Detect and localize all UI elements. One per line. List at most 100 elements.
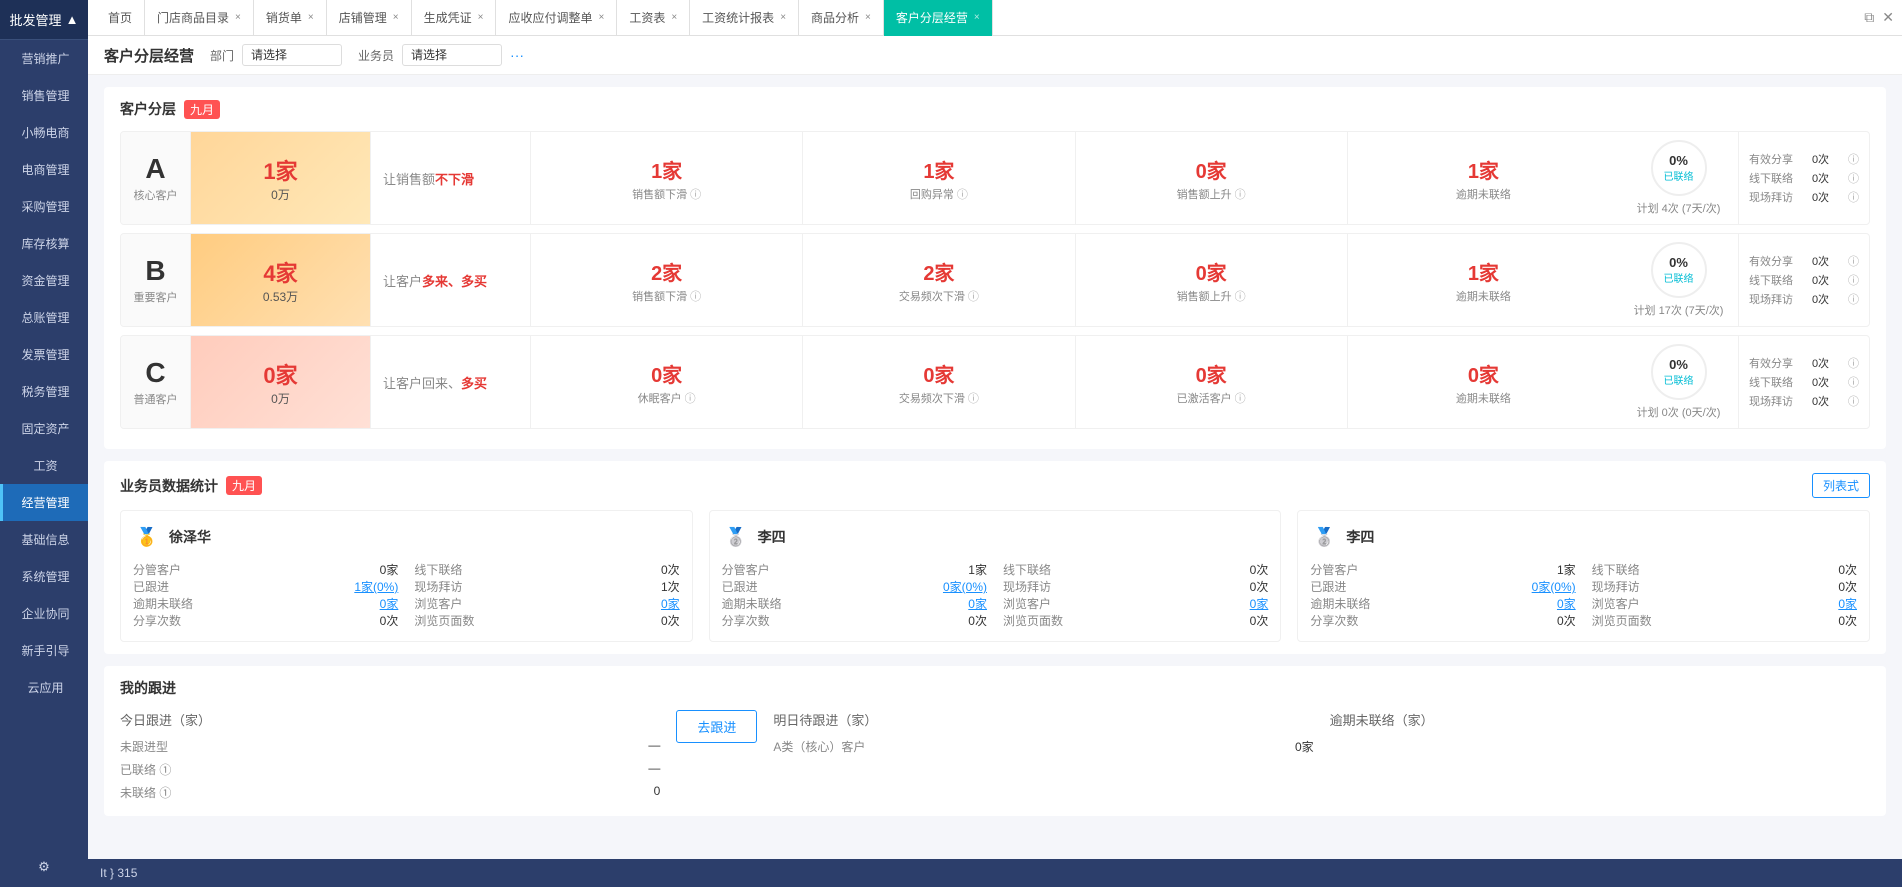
tab-home[interactable]: 首页 xyxy=(96,0,145,36)
staff-stat-val-right-2-2[interactable]: 0家 xyxy=(1838,595,1857,612)
tier-slogan-text-A: 让销售额不下滑 xyxy=(383,169,474,188)
tier-right-info-icon[interactable]: ⓘ xyxy=(1848,170,1859,186)
tier-stat-C-2[interactable]: 0家 已激活客户ⓘ xyxy=(1076,336,1348,428)
staff-stat-val-left-2-1[interactable]: 0家(0%) xyxy=(1532,578,1576,595)
sidebar-item-dianshang[interactable]: 电商管理 xyxy=(0,151,88,188)
sidebar-item-qiye[interactable]: 企业协同 xyxy=(0,595,88,632)
goto-followup-button[interactable]: 去跟进 xyxy=(676,710,757,743)
sidebar-item-zhangzhang[interactable]: 总账管理 xyxy=(0,299,88,336)
tab-store_goods[interactable]: 门店商品目录× xyxy=(145,0,254,36)
tier-right-info-icon[interactable]: ⓘ xyxy=(1848,374,1859,390)
staff-stat-val-right-0-2[interactable]: 0家 xyxy=(661,595,680,612)
tier-right-info-icon[interactable]: ⓘ xyxy=(1848,189,1859,205)
tier-right-info-icon[interactable]: ⓘ xyxy=(1848,272,1859,288)
stat-info-icon[interactable]: ⓘ xyxy=(690,186,701,202)
sidebar-item-xiaodian[interactable]: 小畅电商 xyxy=(0,114,88,151)
tab-store_mgmt[interactable]: 店铺管理× xyxy=(327,0,412,36)
stat-info-icon[interactable]: ⓘ xyxy=(690,288,701,304)
settings-button[interactable]: ⚙ xyxy=(0,847,88,887)
staff-stats-left-0: 分管客户 0家 已跟进 1家(0%) 逾期未联络 0家 分享次数 0次 xyxy=(133,561,398,629)
tier-stat-C-0[interactable]: 0家 休眠客户ⓘ xyxy=(531,336,803,428)
tab-close-receivable[interactable]: × xyxy=(598,12,604,23)
tab-salary_stats[interactable]: 工资统计报表× xyxy=(690,0,799,36)
tier-right-info-icon[interactable]: ⓘ xyxy=(1848,291,1859,307)
tier-right-info-icon[interactable]: ⓘ xyxy=(1848,253,1859,269)
dept-select[interactable]: 请选择 xyxy=(242,44,342,66)
tier-stat-C-3[interactable]: 0家 逾期未联络 xyxy=(1348,336,1619,428)
stat-info-icon[interactable]: ⓘ xyxy=(1235,288,1246,304)
tier-main-B[interactable]: 4家 0.53万 xyxy=(191,234,371,326)
tier-stat-A-2[interactable]: 0家 销售额上升ⓘ xyxy=(1076,132,1348,224)
staff-stat-label-left-1-0: 分管客户 xyxy=(722,561,770,578)
staff-select[interactable]: 请选择 xyxy=(402,44,502,66)
tier-right-info-icon[interactable]: ⓘ xyxy=(1848,151,1859,167)
sidebar-item-xitong[interactable]: 系统管理 xyxy=(0,558,88,595)
tab-close-store_goods[interactable]: × xyxy=(235,12,241,23)
stat-info-icon[interactable]: ⓘ xyxy=(957,186,968,202)
staff-stat-label-right-0-2: 浏览客户 xyxy=(414,595,462,612)
stat-info-icon[interactable]: ⓘ xyxy=(685,390,696,406)
tier-stat-B-2[interactable]: 0家 销售额上升ⓘ xyxy=(1076,234,1348,326)
sidebar-item-jichu[interactable]: 基础信息 xyxy=(0,521,88,558)
tab-close-salary_stats[interactable]: × xyxy=(780,12,786,23)
tomorrow-col-title: 明日待跟进（家） xyxy=(773,710,1313,729)
sidebar-item-kucun[interactable]: 库存核算 xyxy=(0,225,88,262)
sidebar-item-yingxiao[interactable]: 营销推广 xyxy=(0,40,88,77)
tab-close-voucher[interactable]: × xyxy=(478,12,484,23)
staff-stat-val-left-2-2[interactable]: 0家 xyxy=(1557,595,1576,612)
tier-right-label-B-1: 线下联络 xyxy=(1749,272,1793,288)
more-options-icon[interactable]: ··· xyxy=(510,47,524,63)
staff-stat-val-left-1-1[interactable]: 0家(0%) xyxy=(943,578,987,595)
stat-info-icon[interactable]: ⓘ xyxy=(968,390,979,406)
staff-stat-val-left-1-2[interactable]: 0家 xyxy=(968,595,987,612)
stat-info-icon[interactable]: ⓘ xyxy=(1235,186,1246,202)
tab-goods_analysis[interactable]: 商品分析× xyxy=(799,0,884,36)
tier-stat-A-0[interactable]: 1家 销售额下滑ⓘ xyxy=(531,132,803,224)
tab-customer_mgmt[interactable]: 客户分层经营× xyxy=(884,0,993,36)
stat-info-icon[interactable]: ⓘ xyxy=(1235,390,1246,406)
tab-receivable[interactable]: 应收应付调整单× xyxy=(496,0,617,36)
sidebar-item-jingying[interactable]: 经营管理 xyxy=(0,484,88,521)
sidebar-item-yun[interactable]: 云应用 xyxy=(0,669,88,706)
sidebar-item-gudingzichan[interactable]: 固定资产 xyxy=(0,410,88,447)
tier-right-info-icon[interactable]: ⓘ xyxy=(1848,393,1859,409)
tier-stat-A-3[interactable]: 1家 逾期未联络 xyxy=(1348,132,1619,224)
tab-voucher[interactable]: 生成凭证× xyxy=(412,0,497,36)
sidebar-item-caigou[interactable]: 采购管理 xyxy=(0,188,88,225)
sidebar-top[interactable]: 批发管理 ▲ xyxy=(0,0,88,40)
staff-stat-val-right-1-2[interactable]: 0家 xyxy=(1250,595,1269,612)
list-view-button[interactable]: 列表式 xyxy=(1812,473,1870,498)
staff-stat-left-2-0: 分管客户 1家 xyxy=(1310,561,1575,578)
tier-main-C[interactable]: 0家 0万 xyxy=(191,336,371,428)
sidebar-item-xinshou[interactable]: 新手引导 xyxy=(0,632,88,669)
tab-close-customer_mgmt[interactable]: × xyxy=(974,12,980,23)
tab-restore-icon[interactable]: ⧉ xyxy=(1864,9,1874,26)
staff-stat-val-left-0-1[interactable]: 1家(0%) xyxy=(354,578,398,595)
staff-stat-val-left-0-2[interactable]: 0家 xyxy=(380,595,399,612)
tab-sales_order[interactable]: 销货单× xyxy=(254,0,327,36)
sidebar-item-fapiao[interactable]: 发票管理 xyxy=(0,336,88,373)
tier-stat-B-0[interactable]: 2家 销售额下滑ⓘ xyxy=(531,234,803,326)
tier-main-A[interactable]: 1家 0万 xyxy=(191,132,371,224)
tab-close-sales_order[interactable]: × xyxy=(308,12,314,23)
sidebar-item-zijin[interactable]: 资金管理 xyxy=(0,262,88,299)
stat-info-icon[interactable]: ⓘ xyxy=(968,288,979,304)
tab-salary[interactable]: 工资表× xyxy=(617,0,690,36)
sidebar-item-xiaoshou[interactable]: 销售管理 xyxy=(0,77,88,114)
tier-stat-A-1[interactable]: 1家 回购异常ⓘ xyxy=(803,132,1075,224)
staff-stat-label-left-2-1: 已跟进 xyxy=(1310,578,1346,595)
sidebar-item-gongzi[interactable]: 工资 xyxy=(0,447,88,484)
staff-stat-right-2-3: 浏览页面数 0次 xyxy=(1592,612,1857,629)
stat-count-A-0: 1家 xyxy=(651,155,682,184)
tab-close-goods_analysis[interactable]: × xyxy=(865,12,871,23)
sidebar-item-shuiwu[interactable]: 税务管理 xyxy=(0,373,88,410)
tab-close-store_mgmt[interactable]: × xyxy=(393,12,399,23)
tab-close-salary[interactable]: × xyxy=(671,12,677,23)
tier-right-info-icon[interactable]: ⓘ xyxy=(1848,355,1859,371)
staff-card-0: 🥇 徐泽华 分管客户 0家 已跟进 1家(0%) 逾期未联络 0家 分享次数 0… xyxy=(120,510,693,642)
tier-stat-C-1[interactable]: 0家 交易频次下滑ⓘ xyxy=(803,336,1075,428)
staff-stat-label-right-2-3: 浏览页面数 xyxy=(1592,612,1652,629)
tier-stat-B-1[interactable]: 2家 交易频次下滑ⓘ xyxy=(803,234,1075,326)
tab-close-icon[interactable]: ✕ xyxy=(1882,9,1894,26)
tier-stat-B-3[interactable]: 1家 逾期未联络 xyxy=(1348,234,1619,326)
